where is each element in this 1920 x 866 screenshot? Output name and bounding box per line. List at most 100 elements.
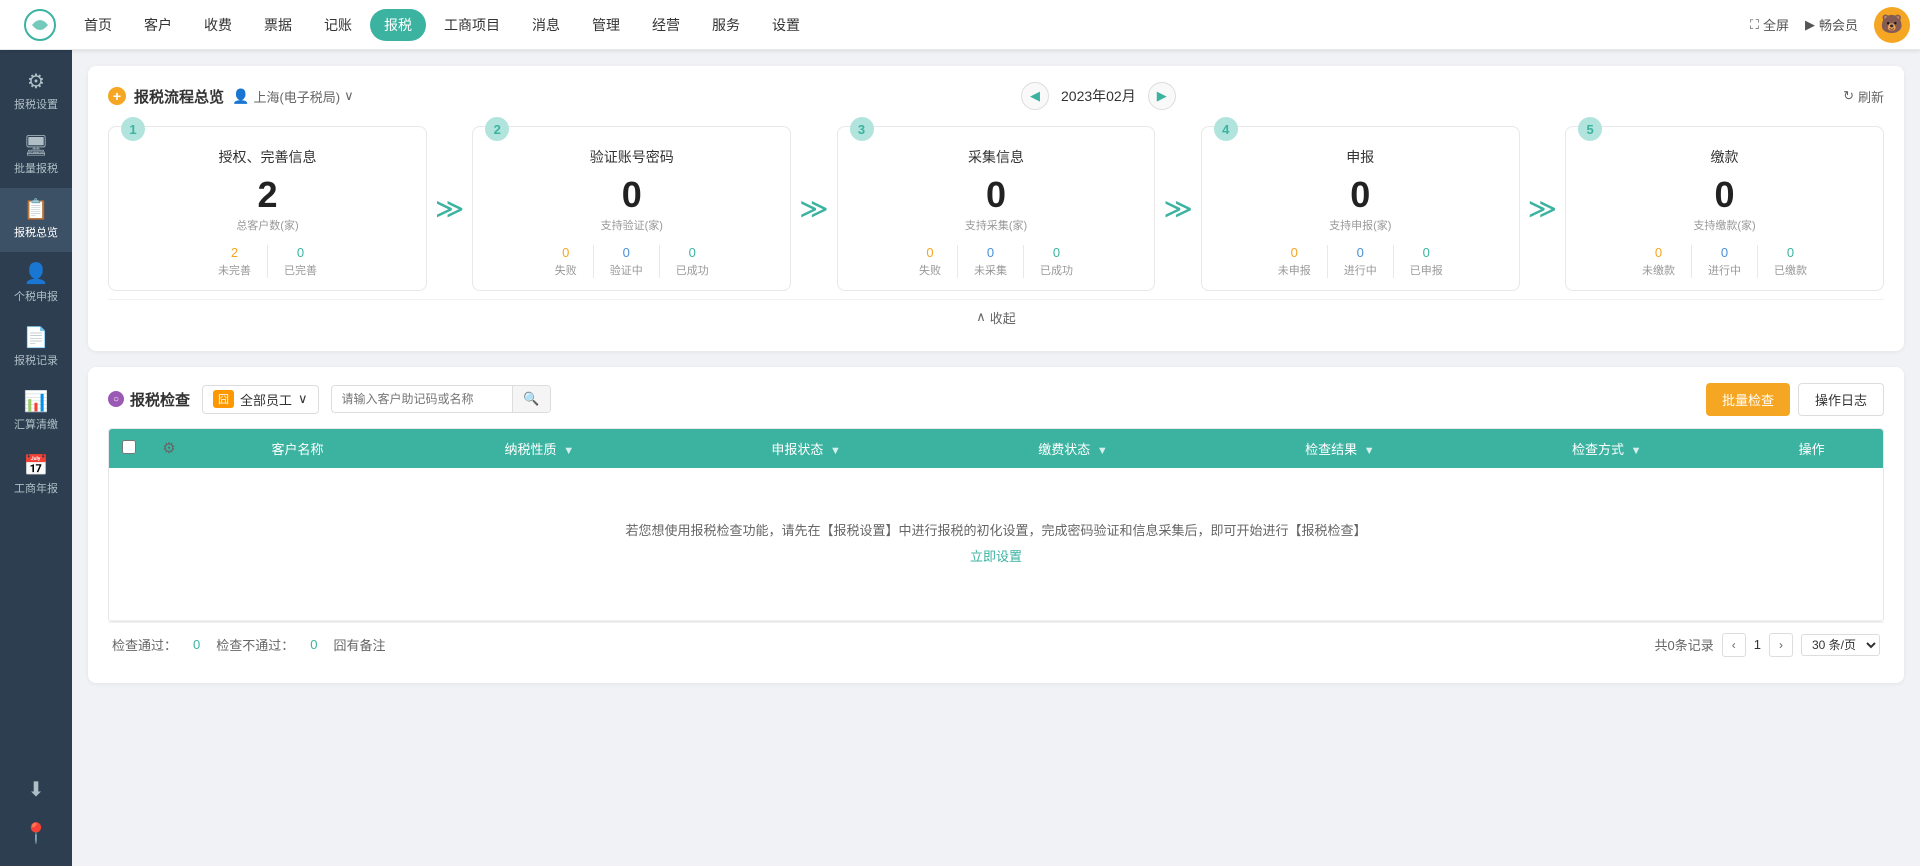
step-count-3: 0: [854, 175, 1139, 215]
nav-service[interactable]: 服务: [698, 9, 754, 41]
stat-uncollected-3[interactable]: 0 未采集: [974, 245, 1007, 278]
refresh-icon: ↻: [1843, 88, 1854, 104]
table-settings-icon[interactable]: ⚙: [162, 440, 175, 457]
nav-accounting[interactable]: 记账: [310, 9, 366, 41]
location-name: 上海(电子税局): [253, 87, 340, 106]
next-page-button[interactable]: ›: [1769, 633, 1793, 657]
stat-paid-5[interactable]: 0 已缴款: [1774, 245, 1807, 278]
nav-client[interactable]: 客户: [130, 9, 186, 41]
footer-left: 检查通过： 0 检查不通过： 0 囧有备注: [112, 635, 386, 654]
tax-overview-card: + 报税流程总览 👤 上海(电子税局) ∨ ◀ 2023年02月 ▶ ↻ 刷新: [88, 66, 1904, 351]
sidebar-item-tax-record[interactable]: 📄 报税记录: [0, 316, 72, 380]
prev-month-button[interactable]: ◀: [1021, 82, 1049, 110]
sidebar-annual-report-label: 工商年报: [14, 480, 58, 496]
collapse-label: 收起: [990, 308, 1016, 327]
stat-fail-2[interactable]: 0 失败: [555, 245, 577, 278]
stat-unpaid-5-label: 未缴款: [1642, 262, 1675, 278]
setup-link[interactable]: 立即设置: [970, 549, 1022, 564]
next-month-button[interactable]: ▶: [1148, 82, 1176, 110]
stat-divider-2b: [659, 245, 660, 278]
customer-search-input[interactable]: [332, 387, 513, 411]
filter-icon-check-result[interactable]: ▼: [1364, 445, 1375, 457]
per-page-select[interactable]: 30 条/页: [1801, 634, 1880, 656]
sidebar-bottom: ⬇ 📍: [24, 768, 49, 866]
sidebar-item-personal-tax[interactable]: 👤 个税申报: [0, 252, 72, 316]
stat-success-3[interactable]: 0 已成功: [1040, 245, 1073, 278]
filter-icon-declare-status[interactable]: ▼: [830, 445, 841, 457]
check-fail-value[interactable]: 0: [310, 637, 317, 652]
sidebar-item-tax-settings[interactable]: ⚙ 报税设置: [0, 60, 72, 124]
sidebar-item-batch-tax[interactable]: 🖥 批量报税: [0, 124, 72, 188]
stat-verifying-2[interactable]: 0 验证中: [610, 245, 643, 278]
filter-icon-check-method[interactable]: ▼: [1631, 445, 1642, 457]
nav-settings[interactable]: 设置: [758, 9, 814, 41]
stat-success-2-value: 0: [689, 245, 696, 260]
nav-fee[interactable]: 收费: [190, 9, 246, 41]
nav-operation[interactable]: 经营: [638, 9, 694, 41]
nav-tax[interactable]: 报税: [370, 9, 426, 41]
sidebar-personal-tax-label: 个税申报: [14, 288, 58, 304]
stat-incomplete-value: 2: [231, 245, 238, 260]
tax-settings-icon: ⚙: [27, 72, 45, 92]
sidebar-item-settlement[interactable]: 📊 汇算清缴: [0, 380, 72, 444]
stat-fail-3-label: 失败: [919, 262, 941, 278]
nav-invoice[interactable]: 票据: [250, 9, 306, 41]
operation-log-button[interactable]: 操作日志: [1798, 383, 1884, 416]
stat-inprogress-4[interactable]: 0 进行中: [1344, 245, 1377, 278]
step-title-3: 采集信息: [854, 147, 1139, 167]
stat-inprogress-5[interactable]: 0 进行中: [1708, 245, 1741, 278]
stat-declared-4[interactable]: 0 已申报: [1410, 245, 1443, 278]
vip-label: 畅会员: [1819, 15, 1858, 34]
tax-check-header: ○ 报税检查 囧 全部员工 ∨ 🔍 批量检查 操作日志: [108, 383, 1884, 416]
fullscreen-button[interactable]: ⛶ 全屏: [1750, 15, 1789, 34]
stat-incomplete[interactable]: 2 未完善: [218, 245, 251, 278]
nav-message[interactable]: 消息: [518, 9, 574, 41]
filter-icon-pay-status[interactable]: ▼: [1097, 445, 1108, 457]
stat-unpaid-5-value: 0: [1655, 245, 1662, 260]
current-month-label: 2023年02月: [1061, 86, 1136, 106]
stat-fail-2-label: 失败: [555, 262, 577, 278]
flow-step-2: 2 验证账号密码 0 支持验证(家) 0 失败 0 验证中: [472, 126, 791, 291]
sidebar-tax-overview-label: 报税总览: [14, 224, 58, 240]
nav-home[interactable]: 首页: [70, 9, 126, 41]
refresh-button[interactable]: ↻ 刷新: [1843, 87, 1884, 106]
arrow-2-3: ≫: [791, 126, 836, 291]
top-navigation: 首页 客户 收费 票据 记账 报税 工商项目 消息 管理 经营 服务 设置 ⛶ …: [0, 0, 1920, 50]
stat-undeclared-4[interactable]: 0 未申报: [1278, 245, 1311, 278]
stat-complete-value: 0: [297, 245, 304, 260]
annual-report-icon: 📅: [24, 456, 49, 476]
sidebar-item-download[interactable]: ⬇: [24, 768, 49, 812]
stat-declared-4-label: 已申报: [1410, 262, 1443, 278]
stat-unpaid-5[interactable]: 0 未缴款: [1642, 245, 1675, 278]
location-tag[interactable]: 👤 上海(电子税局) ∨: [232, 87, 354, 106]
prev-page-button[interactable]: ‹: [1722, 633, 1746, 657]
arrow-1-2: ≫: [427, 126, 472, 291]
batch-check-button[interactable]: 批量检查: [1706, 383, 1790, 416]
sidebar-item-tax-overview[interactable]: 📋 报税总览: [0, 188, 72, 252]
nav-manage[interactable]: 管理: [578, 9, 634, 41]
step-stats-4: 0 未申报 0 进行中 0 已申报: [1218, 245, 1503, 278]
sidebar-item-annual-report[interactable]: 📅 工商年报: [0, 444, 72, 508]
check-pass-value[interactable]: 0: [193, 637, 200, 652]
select-all-checkbox[interactable]: [122, 440, 136, 454]
table-header-declare-status: 申报状态 ▼: [673, 429, 940, 468]
search-button[interactable]: 🔍: [512, 386, 549, 412]
mascot-avatar[interactable]: 🐻: [1874, 7, 1910, 43]
stat-fail-3[interactable]: 0 失败: [919, 245, 941, 278]
download-icon: ⬇: [28, 780, 45, 800]
filter-icon-tax-nature[interactable]: ▼: [563, 445, 574, 457]
check-fail-label: 检查不通过：: [216, 635, 294, 654]
employee-filter-dropdown[interactable]: 囧 全部员工 ∨: [202, 385, 319, 414]
step-subtitle-1: 总客户数(家): [125, 217, 410, 233]
stat-fail-2-value: 0: [562, 245, 569, 260]
vip-button[interactable]: ▶ 畅会员: [1805, 15, 1858, 34]
nav-business[interactable]: 工商项目: [430, 9, 514, 41]
step-stats-3: 0 失败 0 未采集 0 已成功: [854, 245, 1139, 278]
empty-state-row: 若您想使用报税检查功能，请先在【报税设置】中进行报税的初化设置，完成密码验证和信…: [109, 468, 1883, 621]
stat-complete[interactable]: 0 已完善: [284, 245, 317, 278]
collapse-button[interactable]: ∧ 收起: [108, 299, 1884, 335]
sidebar-item-location[interactable]: 📍: [24, 812, 49, 856]
stat-success-2-label: 已成功: [676, 262, 709, 278]
batch-tax-icon: 🖥: [23, 136, 48, 156]
stat-success-2[interactable]: 0 已成功: [676, 245, 709, 278]
